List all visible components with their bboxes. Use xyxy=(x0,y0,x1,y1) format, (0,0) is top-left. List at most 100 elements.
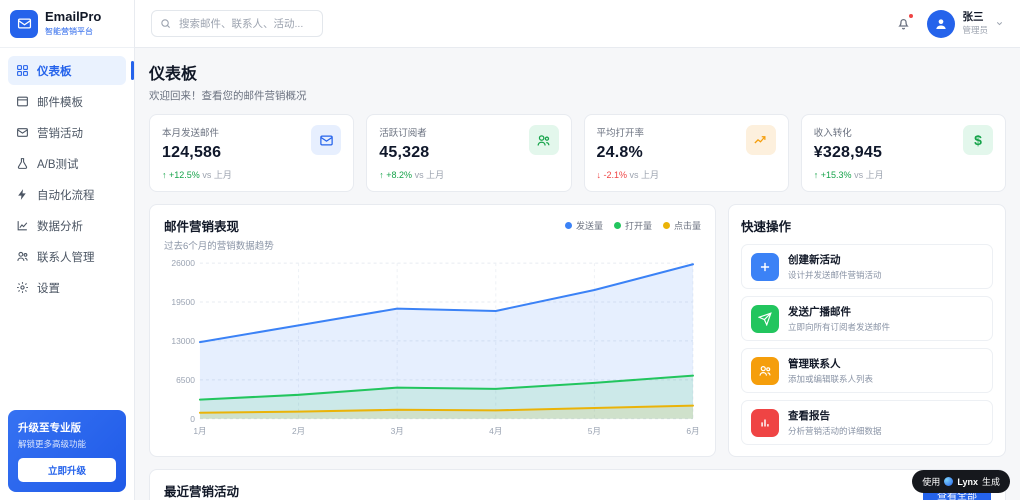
brand-logo-envelope-icon xyxy=(10,10,38,38)
sidebar-item-dashboard[interactable]: 仪表板 xyxy=(8,56,126,85)
stat-card-subscribers: 活跃订阅者 45,328 ↑ +8.2% vs 上月 xyxy=(366,114,571,192)
topbar: 张三 管理员 xyxy=(135,0,1020,48)
stat-delta: ↓ -2.1% xyxy=(597,170,628,180)
svg-text:19500: 19500 xyxy=(171,297,195,307)
upgrade-button[interactable]: 立即升级 xyxy=(18,458,116,482)
sidebar-nav: 仪表板 邮件模板 营销活动 A/B测试 自动化流程 数据分析 xyxy=(0,48,134,310)
stat-delta: ↑ +15.3% xyxy=(814,170,852,180)
main-content: 仪表板 欢迎回来！查看您的邮件营销概况 本月发送邮件 124,586 ↑ +12… xyxy=(135,48,1020,500)
notification-dot xyxy=(908,13,914,19)
sidebar-item-settings[interactable]: 设置 xyxy=(8,273,126,302)
quick-action-create-campaign[interactable]: 创建新活动 设计并发送邮件营销活动 xyxy=(741,244,993,289)
content-region: 张三 管理员 仪表板 欢迎回来！查看您的邮件营销概况 本月发送邮件 124,58… xyxy=(135,0,1020,500)
svg-text:2月: 2月 xyxy=(292,426,305,436)
legend-item-clicked[interactable]: 点击量 xyxy=(663,219,701,232)
user-role: 管理员 xyxy=(962,24,988,36)
search-input[interactable] xyxy=(177,17,314,31)
sidebar-item-analytics[interactable]: 数据分析 xyxy=(8,211,126,240)
stat-delta: ↑ +8.2% xyxy=(379,170,412,180)
legend-dot xyxy=(614,222,621,229)
avatar xyxy=(927,10,955,38)
gear-icon xyxy=(16,281,29,294)
notifications-button[interactable] xyxy=(894,14,913,33)
svg-text:13000: 13000 xyxy=(171,336,195,346)
stat-card-open-rate: 平均打开率 24.8% ↓ -2.1% vs 上月 xyxy=(584,114,789,192)
stat-label: 收入转化 xyxy=(814,125,884,139)
send-icon xyxy=(751,305,779,333)
svg-text:3月: 3月 xyxy=(391,426,404,436)
stat-value: 45,328 xyxy=(379,144,444,162)
users-icon xyxy=(16,250,29,263)
stat-card-emails-sent: 本月发送邮件 124,586 ↑ +12.5% vs 上月 xyxy=(149,114,354,192)
envelope-icon xyxy=(311,125,341,155)
quick-action-view-reports[interactable]: 查看报告 分析营销活动的详细数据 xyxy=(741,400,993,445)
svg-text:4月: 4月 xyxy=(489,426,502,436)
svg-text:5月: 5月 xyxy=(588,426,601,436)
template-icon xyxy=(16,95,29,108)
search-box[interactable] xyxy=(151,10,323,37)
lynx-badge: 使用 Lynx 生成 xyxy=(912,470,1010,493)
svg-text:26000: 26000 xyxy=(171,258,195,268)
trend-up-icon xyxy=(746,125,776,155)
sidebar: EmailPro 智能营销平台 仪表板 邮件模板 营销活动 A/B测试 xyxy=(0,0,135,500)
analytics-icon xyxy=(16,219,29,232)
performance-chart: 0 6500 13000 19500 26000 1月 2月 3月 4月 5月 6月 xyxy=(164,255,701,441)
brand: EmailPro 智能营销平台 xyxy=(0,0,134,48)
stat-card-revenue: 收入转化 ¥328,945 ↑ +15.3% vs 上月 $ xyxy=(801,114,1006,192)
stat-label: 平均打开率 xyxy=(597,125,660,139)
stat-value: ¥328,945 xyxy=(814,144,884,162)
search-icon xyxy=(160,18,171,29)
stat-value: 24.8% xyxy=(597,144,660,162)
sidebar-item-ab-test[interactable]: A/B测试 xyxy=(8,149,126,178)
legend-item-opened[interactable]: 打开量 xyxy=(614,219,652,232)
stat-value: 124,586 xyxy=(162,144,232,162)
sidebar-item-contacts[interactable]: 联系人管理 xyxy=(8,242,126,271)
dashboard-icon xyxy=(16,64,29,77)
stat-label: 本月发送邮件 xyxy=(162,125,232,139)
sidebar-item-label: A/B测试 xyxy=(37,156,79,172)
lynx-logo-icon xyxy=(944,477,953,486)
chart-legend: 发送量 打开量 点击量 xyxy=(565,216,701,232)
quick-actions-card: 快速操作 创建新活动 设计并发送邮件营销活动 xyxy=(728,204,1006,457)
stat-delta: ↑ +12.5% xyxy=(162,170,200,180)
sidebar-item-label: 营销活动 xyxy=(37,125,83,141)
flask-icon xyxy=(16,157,29,170)
quick-action-broadcast[interactable]: 发送广播邮件 立即向所有订阅者发送邮件 xyxy=(741,296,993,341)
quick-action-manage-contacts[interactable]: 管理联系人 添加或编辑联系人列表 xyxy=(741,348,993,393)
app: EmailPro 智能营销平台 仪表板 邮件模板 营销活动 A/B测试 xyxy=(0,0,1020,500)
envelope-icon xyxy=(16,126,29,139)
sidebar-item-label: 邮件模板 xyxy=(37,94,83,110)
chevron-down-icon xyxy=(995,19,1004,28)
user-name: 张三 xyxy=(962,11,988,24)
page-subtitle: 欢迎回来！查看您的邮件营销概况 xyxy=(149,88,1006,103)
svg-text:0: 0 xyxy=(190,414,195,424)
recent-campaigns-card: 最近营销活动 查看您最新的邮件营销活动表现 查看全部 活动名称 状态 发送量 打… xyxy=(149,469,1006,500)
sidebar-item-automation[interactable]: 自动化流程 xyxy=(8,180,126,209)
brand-tagline: 智能营销平台 xyxy=(45,26,101,37)
plus-icon xyxy=(751,253,779,281)
chart-card: 邮件营销表现 过去6个月的营销数据趋势 发送量 打开量 点击量 0 6500 130… xyxy=(149,204,716,457)
brand-name: EmailPro xyxy=(45,10,101,24)
user-menu[interactable]: 张三 管理员 xyxy=(927,10,1004,38)
legend-item-sent[interactable]: 发送量 xyxy=(565,219,603,232)
chart-title: 邮件营销表现 xyxy=(164,216,274,235)
sidebar-item-label: 自动化流程 xyxy=(37,187,95,203)
chart-subtitle: 过去6个月的营销数据趋势 xyxy=(164,238,274,252)
users-icon xyxy=(751,357,779,385)
upgrade-card: 升级至专业版 解锁更多高级功能 立即升级 xyxy=(8,410,126,492)
stats-row: 本月发送邮件 124,586 ↑ +12.5% vs 上月 活跃订阅者 45,3… xyxy=(149,114,1006,192)
upgrade-title: 升级至专业版 xyxy=(18,420,116,435)
svg-text:6500: 6500 xyxy=(176,375,195,385)
svg-text:1月: 1月 xyxy=(193,426,206,436)
stat-label: 活跃订阅者 xyxy=(379,125,444,139)
dollar-icon: $ xyxy=(963,125,993,155)
sidebar-item-campaigns[interactable]: 营销活动 xyxy=(8,118,126,147)
upgrade-subtitle: 解锁更多高级功能 xyxy=(18,438,116,450)
sidebar-item-templates[interactable]: 邮件模板 xyxy=(8,87,126,116)
sidebar-item-label: 联系人管理 xyxy=(37,249,95,265)
zap-icon xyxy=(16,188,29,201)
person-icon xyxy=(934,17,948,31)
page-title: 仪表板 xyxy=(149,60,1006,84)
svg-text:6月: 6月 xyxy=(686,426,699,436)
legend-dot xyxy=(565,222,572,229)
